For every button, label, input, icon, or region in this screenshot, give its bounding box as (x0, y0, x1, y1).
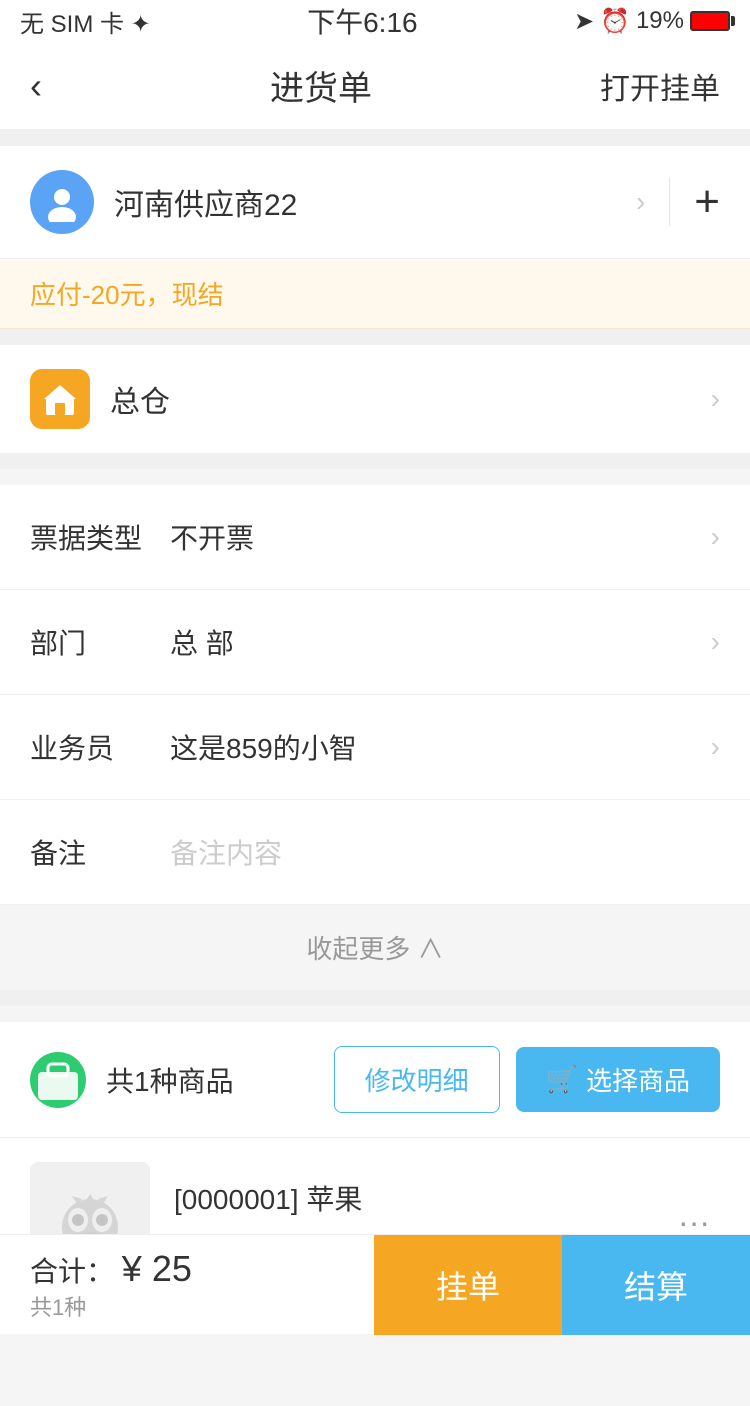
warehouse-icon (30, 369, 90, 429)
open-hang-button[interactable]: 打开挂单 (600, 64, 720, 108)
supplier-avatar (30, 170, 94, 234)
battery-level: 19% (636, 7, 684, 35)
settle-button[interactable]: 结算 (562, 1235, 750, 1335)
sim-status: 无 SIM 卡 ✦ (20, 4, 151, 39)
product-count-text: 共1种商品 (106, 1060, 334, 1100)
location-icon: ➤ (574, 7, 594, 36)
invoice-chevron-icon: › (711, 521, 720, 553)
form-section: 票据类型 不开票 › 部门 总 部 › 业务员 这是859的小智 › 备注 备注… (0, 485, 750, 905)
invoice-label: 票据类型 (30, 517, 150, 557)
hang-order-button[interactable]: 挂单 (374, 1235, 562, 1335)
invoice-row[interactable]: 票据类型 不开票 › (0, 485, 750, 590)
footer-total-amount: ¥ 25 (122, 1248, 192, 1289)
invoice-value: 不开票 (150, 517, 711, 557)
cart-icon: 🛒 (546, 1064, 578, 1095)
divider-3 (0, 453, 750, 469)
product-icon-svg (30, 1052, 86, 1108)
warehouse-svg-icon (42, 381, 78, 417)
footer: 合计： ¥ 25 共1种 挂单 结算 (0, 1234, 750, 1334)
divider-top (0, 130, 750, 146)
staff-row[interactable]: 业务员 这是859的小智 › (0, 695, 750, 800)
footer-total-row: 合计： ¥ 25 (30, 1248, 344, 1290)
warehouse-row[interactable]: 总仓 › (0, 345, 750, 453)
remark-input[interactable]: 备注内容 (150, 832, 720, 872)
product-code: [0000001] (174, 1184, 299, 1215)
warehouse-section: 总仓 › (0, 345, 750, 453)
page-title: 进货单 (270, 61, 372, 110)
warehouse-name: 总仓 (110, 377, 711, 421)
supplier-chevron-icon: › (636, 186, 645, 218)
warehouse-chevron-icon: › (711, 383, 720, 415)
nav-bar: ‹ 进货单 打开挂单 (0, 42, 750, 130)
divider-4 (0, 990, 750, 1006)
supplier-row[interactable]: 河南供应商22 › + (0, 146, 750, 259)
status-left: 无 SIM 卡 ✦ (20, 4, 151, 39)
status-bar: 无 SIM 卡 ✦ 下午6:16 ➤ ⏰ 19% (0, 0, 750, 42)
staff-label: 业务员 (30, 727, 150, 767)
supplier-name: 河南供应商22 (114, 180, 636, 224)
status-time: 下午6:16 (307, 1, 418, 41)
collapse-toggle[interactable]: 收起更多 ∧ (0, 905, 750, 990)
back-button[interactable]: ‹ (30, 65, 42, 107)
footer-total: 合计： ¥ 25 共1种 (0, 1248, 374, 1322)
dept-chevron-icon: › (711, 626, 720, 658)
dept-value: 总 部 (150, 622, 711, 662)
status-right: ➤ ⏰ 19% (574, 7, 730, 36)
edit-detail-button[interactable]: 修改明细 (334, 1046, 500, 1113)
settle-label: 结算 (624, 1262, 688, 1308)
dept-row[interactable]: 部门 总 部 › (0, 590, 750, 695)
footer-total-count: 共1种 (30, 1290, 344, 1322)
product-name: [0000001] 苹果 (174, 1178, 668, 1218)
staff-value: 这是859的小智 (150, 727, 711, 767)
dept-label: 部门 (30, 622, 150, 662)
staff-chevron-icon: › (711, 731, 720, 763)
remark-label: 备注 (30, 832, 150, 872)
vertical-divider (669, 178, 670, 226)
select-product-button[interactable]: 🛒 选择商品 (516, 1047, 720, 1112)
product-name-text: 苹果 (306, 1184, 362, 1215)
footer-total-label: 合计： (30, 1256, 114, 1287)
select-product-label: 选择商品 (586, 1061, 690, 1098)
alarm-icon: ⏰ (600, 7, 630, 36)
battery-icon (690, 11, 730, 31)
product-header: 共1种商品 修改明细 🛒 选择商品 (0, 1022, 750, 1138)
supplier-section: 河南供应商22 › + 应付-20元，现结 (0, 146, 750, 329)
remark-row[interactable]: 备注 备注内容 (0, 800, 750, 905)
add-supplier-button[interactable]: + (694, 180, 720, 224)
hang-order-label: 挂单 (436, 1262, 500, 1308)
supplier-avatar-icon (42, 182, 82, 222)
supplier-notice: 应付-20元，现结 (0, 259, 750, 329)
divider-2 (0, 329, 750, 345)
product-count-icon (30, 1052, 86, 1108)
